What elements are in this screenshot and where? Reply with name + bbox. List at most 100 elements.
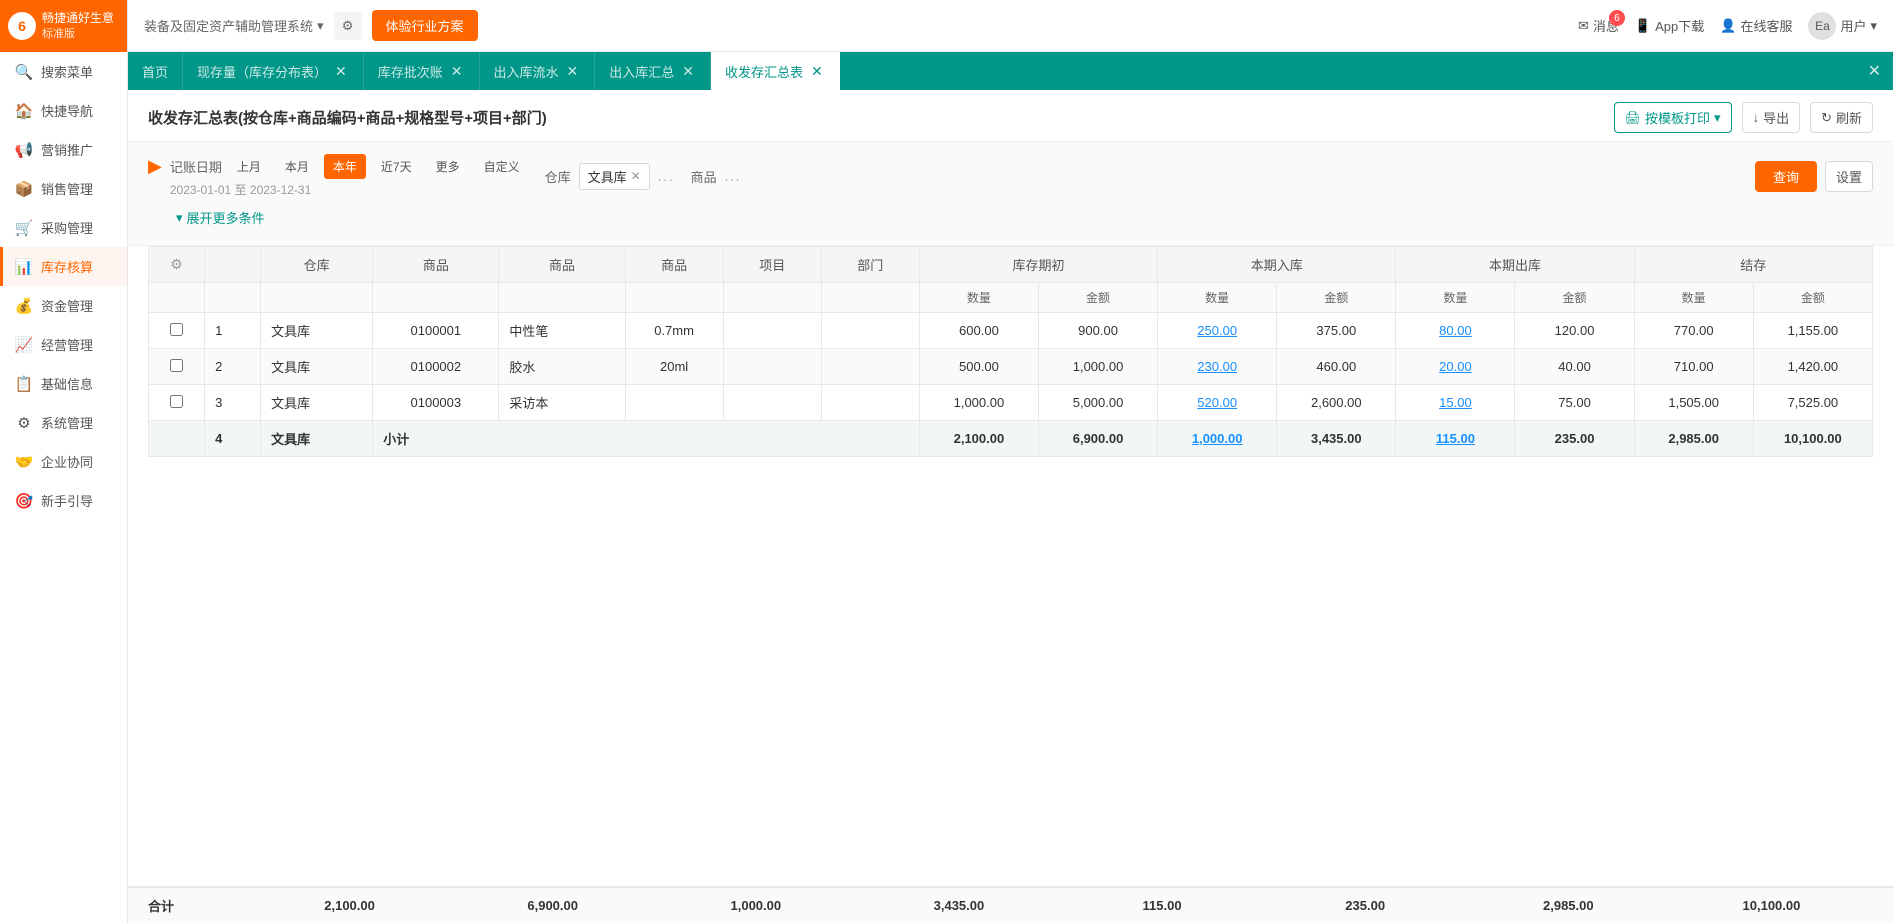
- sub-col-spec: [625, 283, 723, 313]
- sidebar-item-enterprise[interactable]: 🤝 企业协同: [0, 442, 127, 481]
- finance-icon: 💰: [15, 297, 33, 315]
- row-check-1[interactable]: [149, 349, 205, 385]
- row-out-amt-0: 120.00: [1515, 313, 1634, 349]
- footer-out-amt: 235.00: [1264, 898, 1467, 913]
- tab-close-receive-summary[interactable]: ✕: [809, 64, 825, 78]
- settings-button[interactable]: ⚙: [334, 12, 362, 40]
- col-header-in: 本期入库: [1158, 247, 1396, 283]
- row-open-qty-0: 600.00: [919, 313, 1038, 349]
- newbie-icon: 🎯: [15, 492, 33, 510]
- trial-button[interactable]: 体验行业方案: [372, 10, 478, 41]
- col-header-balance: 结存: [1634, 247, 1872, 283]
- warehouse-more-btn[interactable]: ...: [658, 169, 675, 184]
- tab-close-inventory-dist[interactable]: ✕: [333, 64, 349, 78]
- row-in-qty-2[interactable]: 520.00: [1158, 385, 1277, 421]
- sidebar-item-newbie[interactable]: 🎯 新手引导: [0, 481, 127, 520]
- row-in-qty-val-1[interactable]: 230.00: [1197, 359, 1237, 374]
- row-dept-0: [821, 313, 919, 349]
- tab-batch[interactable]: 库存批次账✕: [364, 52, 480, 90]
- app-logo: 6 畅捷通好生意 标准版: [0, 0, 127, 52]
- sub-col-no: [205, 283, 261, 313]
- system-selector[interactable]: 装备及固定资产辅助管理系统 ▾: [144, 16, 324, 35]
- row-out-qty-2[interactable]: 15.00: [1396, 385, 1515, 421]
- subtotal-out-qty-val[interactable]: 115.00: [1436, 431, 1475, 446]
- sidebar-item-finance[interactable]: 💰 资金管理: [0, 286, 127, 325]
- refresh-button[interactable]: ↻ 刷新: [1810, 102, 1873, 133]
- print-button[interactable]: 🖨 按模板打印 ▾: [1614, 102, 1732, 133]
- tab-receive-summary[interactable]: 收发存汇总表✕: [711, 52, 840, 90]
- warehouse-tag-close[interactable]: ✕: [631, 169, 641, 183]
- row-check-0[interactable]: [149, 313, 205, 349]
- tab-inout-summary[interactable]: 出入库汇总✕: [595, 52, 711, 90]
- row-checkbox-1[interactable]: [170, 359, 183, 372]
- row-out-qty-val-1[interactable]: 20.00: [1439, 359, 1472, 374]
- col-header-settings[interactable]: ⚙: [149, 247, 205, 283]
- row-warehouse-1: 文具库: [261, 349, 373, 385]
- subtotal-in-qty-val[interactable]: 1,000.00: [1192, 431, 1243, 446]
- date-btn-this-year[interactable]: 本年: [324, 154, 366, 179]
- column-settings-icon[interactable]: ⚙: [170, 256, 183, 272]
- row-in-qty-0[interactable]: 250.00: [1158, 313, 1277, 349]
- online-service-button[interactable]: 👤 在线客服: [1720, 16, 1792, 35]
- sidebar-item-search[interactable]: 🔍 搜索菜单: [0, 52, 127, 91]
- tab-inout-flow[interactable]: 出入库流水✕: [480, 52, 596, 90]
- footer-in-qty: 1,000.00: [654, 898, 857, 913]
- tab-close-inout-flow[interactable]: ✕: [565, 64, 581, 78]
- row-bal-qty-1: 710.00: [1634, 349, 1753, 385]
- tab-inventory-dist[interactable]: 现存量（库存分布表）✕: [183, 52, 364, 90]
- sidebar-item-marketing[interactable]: 📢 营销推广: [0, 130, 127, 169]
- sidebar-item-inventory[interactable]: 📊 库存核算: [0, 247, 127, 286]
- sidebar-label-system: 系统管理: [41, 413, 93, 432]
- row-checkbox-0[interactable]: [170, 323, 183, 336]
- refresh-icon: ↻: [1821, 110, 1832, 126]
- row-in-qty-val-2[interactable]: 520.00: [1197, 395, 1237, 410]
- row-out-qty-0[interactable]: 80.00: [1396, 313, 1515, 349]
- online-service-label: 在线客服: [1740, 16, 1792, 35]
- message-icon: ✉: [1578, 18, 1589, 34]
- warehouse-tag-text: 文具库: [588, 167, 627, 186]
- sub-col-name: [499, 283, 625, 313]
- filter-settings-button[interactable]: 设置: [1825, 161, 1873, 192]
- subtotal-out-qty[interactable]: 115.00: [1396, 421, 1515, 457]
- row-out-qty-val-2[interactable]: 15.00: [1439, 395, 1472, 410]
- tab-close-batch[interactable]: ✕: [449, 64, 465, 78]
- query-button[interactable]: 查询: [1755, 161, 1817, 192]
- date-btn-custom[interactable]: 自定义: [475, 154, 529, 179]
- app-download-button[interactable]: 📱 App下载: [1635, 16, 1704, 35]
- row-out-qty-1[interactable]: 20.00: [1396, 349, 1515, 385]
- sub-col-warehouse: [261, 283, 373, 313]
- sub-col-bal-qty: 数量: [1634, 283, 1753, 313]
- date-btn-last-month[interactable]: 上月: [228, 154, 270, 179]
- sidebar-item-system[interactable]: ⚙ 系统管理: [0, 403, 127, 442]
- sidebar-item-sales[interactable]: 📦 销售管理: [0, 169, 127, 208]
- filter-toggle-icon[interactable]: ▶: [148, 154, 162, 177]
- row-check-2[interactable]: [149, 385, 205, 421]
- date-btn-more[interactable]: 更多: [427, 154, 469, 179]
- messages-button[interactable]: ✉ 消息 6: [1578, 16, 1619, 35]
- row-open-amt-1: 1,000.00: [1038, 349, 1157, 385]
- row-in-qty-1[interactable]: 230.00: [1158, 349, 1277, 385]
- sidebar-item-basic-info[interactable]: 📋 基础信息: [0, 364, 127, 403]
- row-in-qty-val-0[interactable]: 250.00: [1197, 323, 1237, 338]
- row-name-0: 中性笔: [499, 313, 625, 349]
- filter-area: ▶ 记账日期 上月 本月 本年 近7天 更多 自定义 2023-01-01 至 …: [128, 142, 1893, 246]
- export-button[interactable]: ↓ 导出: [1742, 102, 1801, 133]
- date-btn-7days[interactable]: 近7天: [372, 154, 421, 179]
- row-out-qty-val-0[interactable]: 80.00: [1439, 323, 1472, 338]
- close-all-tabs-button[interactable]: ✕: [1856, 61, 1893, 81]
- expand-conditions-button[interactable]: ▾ 展开更多条件: [176, 202, 1873, 233]
- tab-close-inout-summary[interactable]: ✕: [680, 64, 696, 78]
- sidebar-item-purchase[interactable]: 🛒 采购管理: [0, 208, 127, 247]
- date-btn-this-month[interactable]: 本月: [276, 154, 318, 179]
- sidebar-item-quick-nav[interactable]: 🏠 快捷导航: [0, 91, 127, 130]
- tab-home[interactable]: 首页: [128, 52, 183, 90]
- goods-more-btn[interactable]: ...: [725, 169, 742, 184]
- filter-date-section: 记账日期 上月 本月 本年 近7天 更多 自定义 2023-01-01 至 20…: [170, 154, 529, 198]
- sub-col-project: [723, 283, 821, 313]
- row-checkbox-2[interactable]: [170, 395, 183, 408]
- col-header-out: 本期出库: [1396, 247, 1634, 283]
- sidebar-item-operations[interactable]: 📈 经营管理: [0, 325, 127, 364]
- user-menu[interactable]: Ea 用户 ▾: [1808, 12, 1877, 40]
- row-open-qty-2: 1,000.00: [919, 385, 1038, 421]
- subtotal-in-qty[interactable]: 1,000.00: [1158, 421, 1277, 457]
